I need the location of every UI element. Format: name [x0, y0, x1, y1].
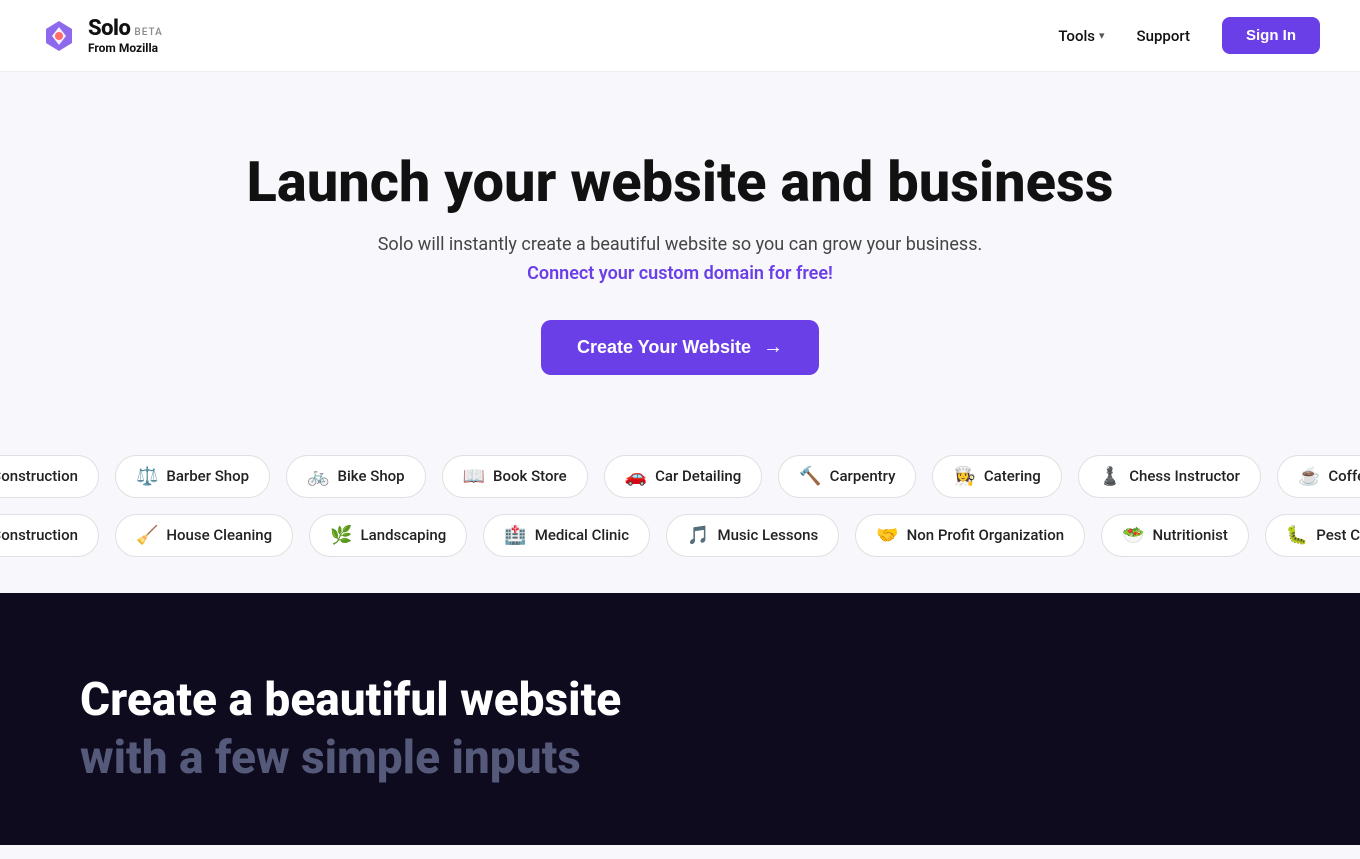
logo-text-group: Solo BETA From Mozilla — [88, 18, 163, 54]
from-mozilla-text: From Mozilla — [88, 42, 163, 54]
tools-nav-item[interactable]: Tools ▾ — [1058, 27, 1104, 45]
tag-icon: 🌿 — [330, 525, 352, 546]
chevron-down-icon: ▾ — [1099, 29, 1105, 42]
tag-label: Medical Clinic — [535, 526, 629, 544]
tag-label: Non Profit Organization — [907, 526, 1065, 544]
tag-label: Landscaping — [361, 526, 447, 544]
tag-pill[interactable]: 🧹 House Cleaning — [115, 514, 293, 557]
logo-beta-badge: BETA — [134, 28, 162, 38]
header: Solo BETA From Mozilla Tools ▾ Support S… — [0, 0, 1360, 72]
tag-label: Chess Instructor — [1129, 467, 1240, 485]
tag-pill[interactable]: 🚲 Bike Shop — [286, 455, 426, 498]
tag-label: Nutritionist — [1153, 526, 1228, 544]
support-nav-item[interactable]: Support — [1137, 27, 1190, 45]
tag-icon: 🎵 — [687, 525, 709, 546]
tag-icon: 👩‍🍳 — [953, 466, 975, 487]
tag-icon: ♟️ — [1099, 466, 1121, 487]
tag-icon: 🧹 — [136, 525, 158, 546]
tag-label: Music Lessons — [717, 526, 818, 544]
tag-label: Barber Shop — [166, 467, 249, 485]
tag-pill[interactable]: 🔨 Carpentry — [778, 455, 916, 498]
tag-pill[interactable]: ☕ Coffee Shop — [1277, 455, 1360, 498]
tag-icon: 🤝 — [876, 525, 898, 546]
tag-icon: 🥗 — [1122, 525, 1144, 546]
tag-icon: 🚲 — [307, 466, 329, 487]
tag-label: Book Store — [493, 467, 567, 485]
tag-label: Coffee Shop — [1328, 467, 1360, 485]
tag-label: Construction — [0, 526, 78, 544]
tag-pill[interactable]: ♟️ Chess Instructor — [1078, 455, 1261, 498]
tag-label: Car Detailing — [655, 467, 741, 485]
arrow-right-icon: → — [763, 336, 783, 359]
main-nav: Tools ▾ Support Sign In — [1058, 17, 1320, 54]
domain-link[interactable]: Connect your custom domain for free! — [20, 263, 1340, 284]
tag-icon: ☕ — [1298, 466, 1320, 487]
tag-label: Pest Control — [1316, 526, 1360, 544]
tag-icon: ⚖️ — [136, 466, 158, 487]
tag-pill[interactable]: 🚗 Car Detailing — [604, 455, 763, 498]
hero-headline: Launch your website and business — [20, 152, 1340, 214]
tag-label: Bike Shop — [338, 467, 405, 485]
tag-icon: 🚗 — [625, 466, 647, 487]
signin-button[interactable]: Sign In — [1222, 17, 1320, 54]
hero-section: Launch your website and business Solo wi… — [0, 72, 1360, 415]
create-website-label: Create Your Website — [577, 337, 751, 358]
logo-area: Solo BETA From Mozilla — [40, 17, 163, 55]
tag-pill[interactable]: 👩‍🍳 Catering — [932, 455, 1061, 498]
tag-pill[interactable]: 🏥 Medical Clinic — [483, 514, 650, 557]
solo-logo-icon — [40, 17, 78, 55]
tag-pill[interactable]: ⚖️ Barber Shop — [115, 455, 270, 498]
dark-headline: Create a beautiful website — [80, 673, 1280, 727]
tag-pill[interactable]: 🏗️Construction — [0, 455, 99, 498]
create-website-button[interactable]: Create Your Website → — [541, 320, 819, 375]
tag-pill[interactable]: 🌿 Landscaping — [309, 514, 467, 557]
tag-icon: 🏥 — [504, 525, 526, 546]
tag-label: House Cleaning — [166, 526, 272, 544]
tag-pill[interactable]: 🎵 Music Lessons — [666, 514, 839, 557]
tag-icon: 📖 — [463, 466, 485, 487]
tag-pill[interactable]: 🏗️Construction — [0, 514, 99, 557]
tag-pill[interactable]: 🥗 Nutritionist — [1101, 514, 1249, 557]
tags-row-2: 🏗️Construction 🧹 House Cleaning 🌿 Landscapin… — [0, 514, 1360, 557]
tags-section: 🏗️Construction ⚖️ Barber Shop 🚲 Bike Shop 📖 Bo… — [0, 415, 1360, 593]
tag-pill[interactable]: 🐛 Pest Control — [1265, 514, 1360, 557]
hero-subtext: Solo will instantly create a beautiful w… — [20, 234, 1340, 255]
tag-label: Carpentry — [830, 467, 896, 485]
tag-pill[interactable]: 🤝 Non Profit Organization — [855, 514, 1085, 557]
dark-subheadline: with a few simple inputs — [80, 731, 1280, 785]
logo-solo-text: Solo — [88, 18, 130, 40]
tag-label: Catering — [984, 467, 1041, 485]
dark-section: Create a beautiful website with a few si… — [0, 593, 1360, 845]
tags-row-1: 🏗️Construction ⚖️ Barber Shop 🚲 Bike Shop 📖 Bo… — [0, 455, 1360, 498]
tag-pill[interactable]: 📖 Book Store — [442, 455, 588, 498]
tag-icon: 🔨 — [799, 466, 821, 487]
tag-icon: 🐛 — [1286, 525, 1308, 546]
tag-label: Construction — [0, 467, 78, 485]
